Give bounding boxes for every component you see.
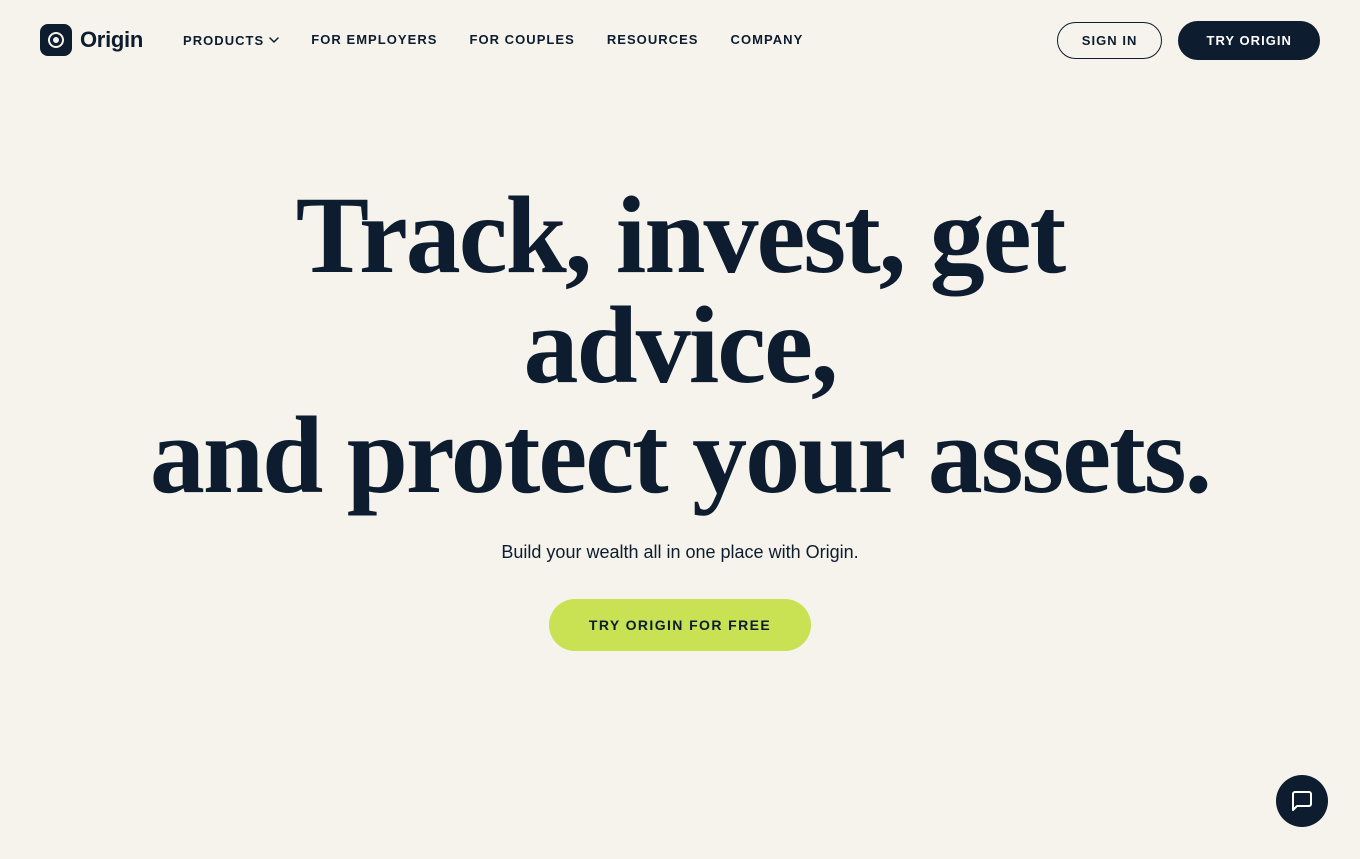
resources-link[interactable]: RESOURCES: [607, 32, 699, 47]
cta-button[interactable]: TRY ORIGIN FOR FREE: [549, 599, 811, 651]
nav-item-resources[interactable]: RESOURCES: [607, 31, 699, 49]
sign-in-button[interactable]: SIGN IN: [1057, 22, 1163, 59]
chat-bubble-button[interactable]: [1276, 775, 1328, 827]
company-link[interactable]: COMPANY: [731, 32, 804, 47]
nav-right: SIGN IN TRY ORIGIN: [1057, 21, 1320, 60]
hero-section: Track, invest, get advice, and protect y…: [0, 80, 1360, 859]
try-origin-button[interactable]: TRY ORIGIN: [1178, 21, 1320, 60]
for-couples-link[interactable]: FOR COUPLES: [469, 32, 574, 47]
headline-line1: Track, invest, get advice,: [296, 174, 1064, 406]
for-employers-link[interactable]: FOR EMPLOYERS: [311, 32, 437, 47]
logo-icon: [40, 24, 72, 56]
nav-item-couples[interactable]: FOR COUPLES: [469, 31, 574, 49]
navbar: Origin PRODUCTS FOR EMPLOYERS FOR COUPLE…: [0, 0, 1360, 80]
products-link[interactable]: PRODUCTS: [183, 33, 279, 48]
chat-icon: [1290, 789, 1314, 813]
hero-subtext: Build your wealth all in one place with …: [501, 542, 858, 563]
hero-headline: Track, invest, get advice, and protect y…: [130, 180, 1230, 510]
nav-links: PRODUCTS FOR EMPLOYERS FOR COUPLES RESOU…: [183, 31, 803, 49]
headline-line2: and protect your assets.: [150, 394, 1210, 516]
nav-item-employers[interactable]: FOR EMPLOYERS: [311, 31, 437, 49]
nav-item-company[interactable]: COMPANY: [731, 31, 804, 49]
logo-text: Origin: [80, 27, 143, 53]
logo-link[interactable]: Origin: [40, 24, 143, 56]
nav-left: Origin PRODUCTS FOR EMPLOYERS FOR COUPLE…: [40, 24, 803, 56]
chevron-down-icon: [269, 37, 279, 43]
products-label: PRODUCTS: [183, 33, 264, 48]
nav-item-products[interactable]: PRODUCTS: [183, 33, 279, 48]
